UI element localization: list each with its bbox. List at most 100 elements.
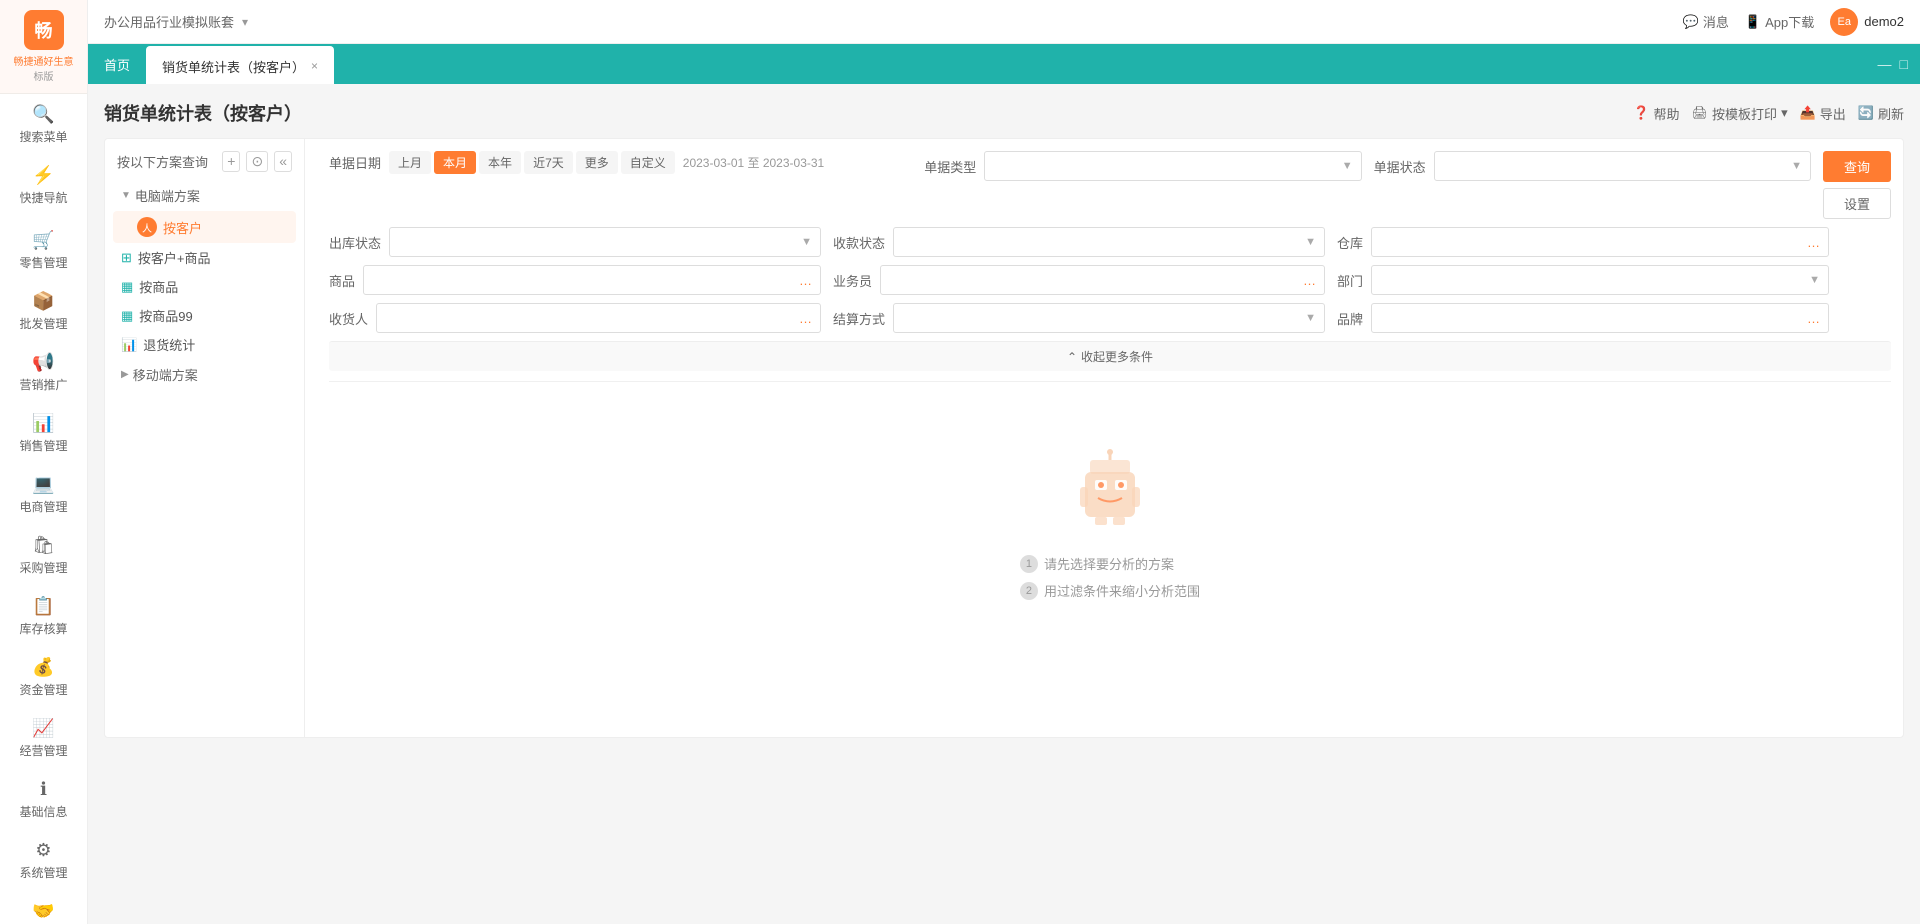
message-button[interactable]: 💬 消息 — [1683, 12, 1729, 31]
sidebar-item-search[interactable]: 🔍 搜索菜单 — [0, 94, 87, 155]
right-panel: 单据日期 上月 本月 本年 近7天 更多 自定义 2023-03-01 至 20… — [317, 139, 1903, 737]
dept-select[interactable]: ▼ — [1371, 265, 1829, 295]
help-icon: ❓ — [1633, 105, 1649, 121]
collapse-panel-button[interactable]: « — [274, 151, 292, 172]
sidebar-item-wholesale[interactable]: 📦 批发管理 — [0, 281, 87, 342]
tree-item-return-stats[interactable]: 📊 退货统计 — [113, 330, 296, 359]
empty-hint-2-text: 用过滤条件来缩小分析范围 — [1044, 581, 1200, 600]
page-header: 销货单统计表（按客户） ❓ 帮助 🖨 按模板打印 ▾ 📤 导出 🔄 刷新 — [104, 100, 1904, 126]
add-scheme-button[interactable]: + — [222, 151, 240, 172]
refresh-button[interactable]: 🔄 刷新 — [1858, 104, 1904, 123]
filter-row-1: 单据日期 上月 本月 本年 近7天 更多 自定义 2023-03-01 至 20… — [329, 151, 1891, 219]
sidebar-item-sales[interactable]: 📊 销售管理 — [0, 403, 87, 464]
desktop-group-label[interactable]: ▼ 电脑端方案 — [113, 180, 296, 211]
date-pills: 上月 本月 本年 近7天 更多 自定义 — [389, 151, 675, 174]
mobile-group-label[interactable]: ▶ 移动端方案 — [113, 359, 296, 390]
sidebar-item-operations[interactable]: 📈 经营管理 — [0, 708, 87, 769]
recipient-select[interactable]: … — [376, 303, 821, 333]
desktop-group-title: 电脑端方案 — [135, 186, 200, 205]
query-button[interactable]: 查询 — [1823, 151, 1891, 182]
recipient-label: 收货人 — [329, 309, 368, 328]
left-panel-title: 按以下方案查询 — [117, 152, 208, 171]
settings-scheme-button[interactable]: ⊙ — [246, 151, 268, 172]
avatar: Ea — [1830, 8, 1858, 36]
sidebar-item-purchase-label: 采购管理 — [19, 559, 67, 576]
settlement-select[interactable]: ▼ — [893, 303, 1325, 333]
tab-maximize-button[interactable]: □ — [1900, 56, 1908, 72]
user-name: demo2 — [1864, 14, 1904, 29]
sidebar-item-basics[interactable]: ℹ 基础信息 — [0, 769, 87, 830]
tab-active-label: 销货单统计表（按客户） — [162, 57, 305, 76]
tab-active[interactable]: 销货单统计表（按客户） × — [146, 46, 334, 86]
print-icon: 🖨 — [1692, 105, 1709, 121]
filter-section: 单据日期 上月 本月 本年 近7天 更多 自定义 2023-03-01 至 20… — [329, 151, 1891, 382]
date-pill-last-month[interactable]: 上月 — [389, 151, 431, 174]
app-logo: 畅 畅捷通好生意标版 — [0, 0, 87, 94]
filter-row-4: 收货人 … 结算方式 ▼ — [329, 303, 1891, 333]
sidebar-item-finance[interactable]: 💰 资金管理 — [0, 647, 87, 708]
tree-item-by-customer[interactable]: 人 按客户 — [113, 211, 296, 243]
help-button[interactable]: ❓ 帮助 — [1633, 104, 1679, 123]
customer-goods-icon: ⊞ — [121, 250, 132, 266]
empty-hint-1-text: 请先选择要分析的方案 — [1044, 554, 1174, 573]
order-type-select[interactable]: ▼ — [984, 151, 1361, 181]
brand-select[interactable]: … — [1371, 303, 1829, 333]
warehouse-label: 仓库 — [1337, 233, 1363, 252]
topnav-right: 💬 消息 📱 App下载 Ea demo2 — [1683, 8, 1904, 36]
sidebar-item-ecommerce[interactable]: 💻 电商管理 — [0, 464, 87, 525]
sidebar-item-marketing-label: 营销推广 — [19, 376, 67, 393]
sidebar-item-purchase[interactable]: 🛍 采购管理 — [0, 525, 87, 586]
hint-num-1: 1 — [1020, 555, 1038, 573]
tab-minimize-button[interactable]: — — [1878, 56, 1892, 72]
tab-home[interactable]: 首页 — [88, 44, 146, 84]
out-status-select[interactable]: ▼ — [389, 227, 821, 257]
salesman-select[interactable]: … — [880, 265, 1325, 295]
page-title: 销货单统计表（按客户） — [104, 100, 302, 126]
sidebar-item-collab[interactable]: 🤝 企业协同 — [0, 891, 87, 924]
empty-hints: 1 请先选择要分析的方案 2 用过滤条件来缩小分析范围 — [1020, 554, 1200, 600]
print-button[interactable]: 🖨 按模板打印 ▾ — [1692, 104, 1788, 123]
action-buttons: 查询 设置 — [1823, 151, 1891, 219]
tabs-bar: 首页 销货单统计表（按客户） × — □ — [88, 44, 1920, 84]
finance-icon: 💰 — [32, 657, 54, 678]
order-status-select[interactable]: ▼ — [1434, 151, 1811, 181]
settlement-label: 结算方式 — [833, 309, 885, 328]
sidebar-item-quicknav-label: 快捷导航 — [19, 189, 67, 206]
user-profile[interactable]: Ea demo2 — [1830, 8, 1904, 36]
export-button[interactable]: 📤 导出 — [1800, 104, 1846, 123]
system-icon: ⚙ — [35, 840, 51, 861]
order-type-group: 单据类型 ▼ — [924, 151, 1361, 181]
sidebar-item-marketing[interactable]: 📢 营销推广 — [0, 342, 87, 403]
sidebar-item-system[interactable]: ⚙ 系统管理 — [0, 830, 87, 891]
tree-item-by-goods99[interactable]: ▦ 按商品99 — [113, 301, 296, 330]
warehouse-select[interactable]: … — [1371, 227, 1829, 257]
date-pill-this-year[interactable]: 本年 — [479, 151, 521, 174]
date-pill-last7[interactable]: 近7天 — [524, 151, 573, 174]
sidebar-item-retail[interactable]: 🛒 零售管理 — [0, 220, 87, 281]
date-pill-this-month[interactable]: 本月 — [434, 151, 476, 174]
goods-select[interactable]: … — [363, 265, 821, 295]
print-dropdown-icon[interactable]: ▾ — [1781, 105, 1788, 121]
tab-close-icon[interactable]: × — [311, 59, 318, 73]
breadcrumb-dropdown[interactable]: ▾ — [242, 15, 248, 29]
recipient-group: 收货人 … — [329, 303, 821, 333]
tree-item-by-goods[interactable]: ▦ 按商品 — [113, 272, 296, 301]
empty-illustration — [1060, 442, 1160, 542]
return-stats-icon: 📊 — [121, 337, 137, 353]
order-type-caret: ▼ — [1342, 160, 1353, 172]
collapse-bar[interactable]: ⌃ 收起更多条件 — [329, 341, 1891, 371]
payment-status-select[interactable]: ▼ — [893, 227, 1325, 257]
date-pill-custom[interactable]: 自定义 — [621, 151, 675, 174]
settings-button[interactable]: 设置 — [1823, 188, 1891, 219]
empty-state: 1 请先选择要分析的方案 2 用过滤条件来缩小分析范围 — [329, 382, 1891, 660]
logo-text: 畅捷通好生意标版 — [14, 53, 74, 83]
tree-item-customer-goods[interactable]: ⊞ 按客户+商品 — [113, 243, 296, 272]
order-status-caret: ▼ — [1791, 160, 1802, 172]
date-filter-group: 单据日期 上月 本月 本年 近7天 更多 自定义 2023-03-01 至 20… — [329, 151, 912, 174]
topnav: 办公用品行业模拟账套 ▾ 💬 消息 📱 App下载 Ea demo2 — [88, 0, 1920, 44]
goods-icon: ▦ — [121, 279, 133, 295]
sidebar-item-inventory[interactable]: 📋 库存核算 — [0, 586, 87, 647]
sidebar-item-quicknav[interactable]: ⚡ 快捷导航 — [0, 155, 87, 216]
app-download-button[interactable]: 📱 App下载 — [1745, 12, 1814, 31]
date-pill-more[interactable]: 更多 — [576, 151, 618, 174]
